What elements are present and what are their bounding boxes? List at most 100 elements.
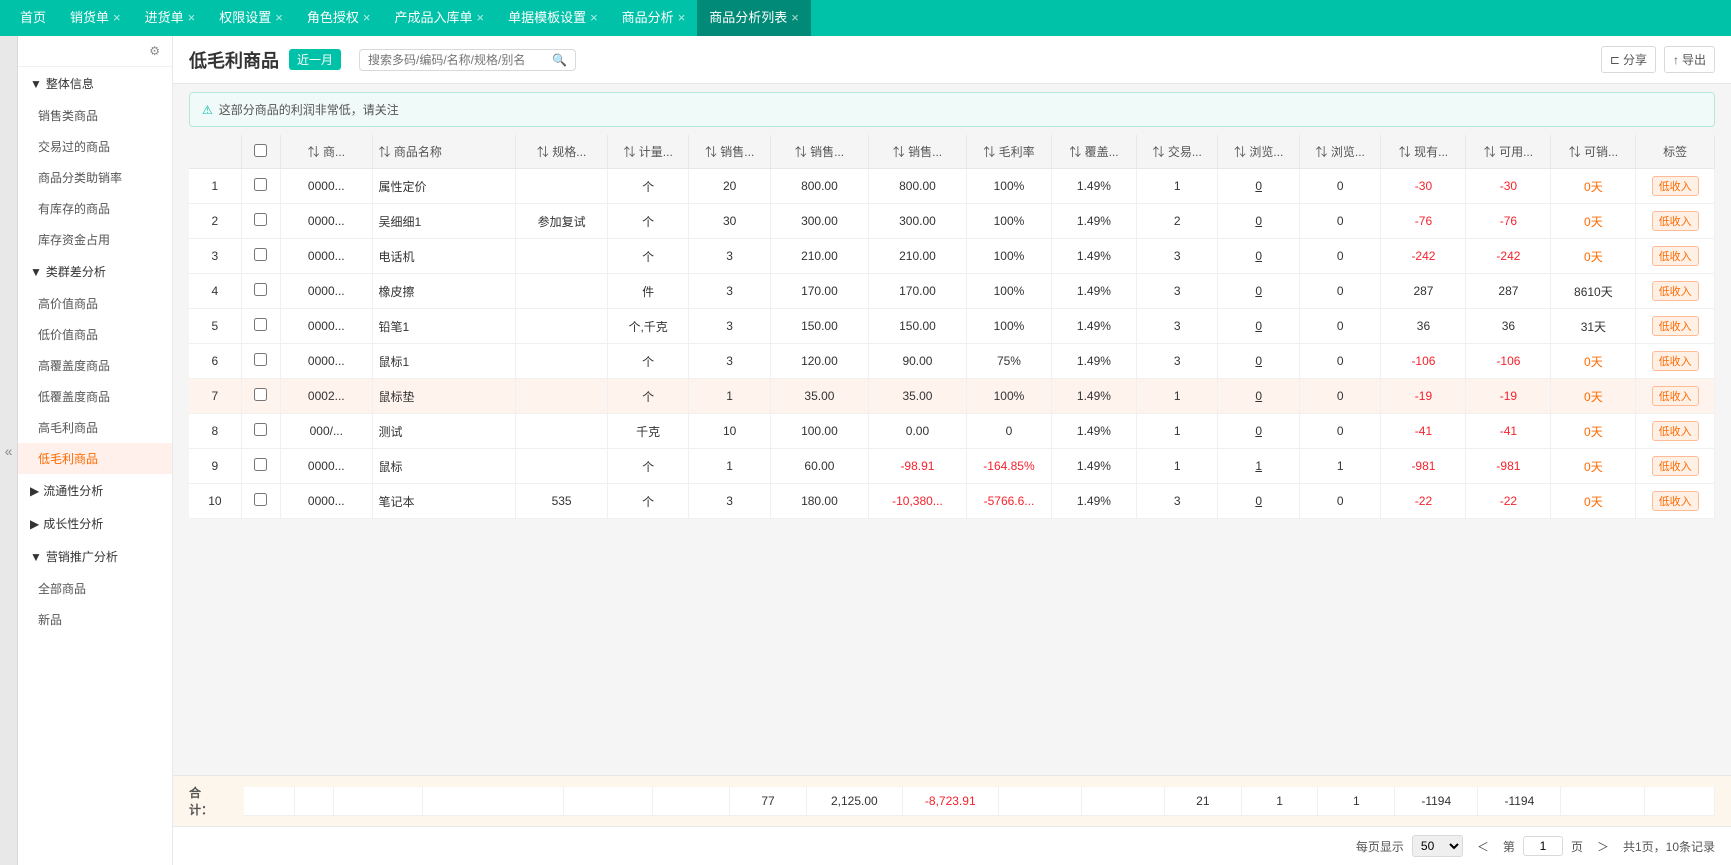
sidebar-item-新品[interactable]: 新品 [18,604,172,635]
time-filter-tag[interactable]: 近一月 [289,49,341,70]
row-checkbox[interactable] [254,248,267,261]
view1-link[interactable]: 0 [1255,319,1262,333]
view1-link[interactable]: 1 [1255,459,1262,473]
prev-page-btn[interactable]: ＜ [1471,836,1495,857]
sidebar-item-高价值商品[interactable]: 高价值商品 [18,288,172,319]
sidebar-item-交易过的商品[interactable]: 交易过的商品 [18,131,172,162]
nav-item-产成品入库单[interactable]: 产成品入库单× [382,0,496,36]
share-button[interactable]: ⊏ 分享 [1601,46,1656,73]
row-checkbox[interactable] [254,318,267,331]
nav-close-icon[interactable]: × [476,10,484,25]
row-checkbox[interactable] [254,388,267,401]
view1-link[interactable]: 0 [1255,424,1262,438]
col-header-cover[interactable]: ⇅ 覆盖... [1051,135,1136,169]
row-view1[interactable]: 0 [1218,239,1300,274]
col-header-gross-rate[interactable]: ⇅ 毛利率 [966,135,1051,169]
nav-close-icon[interactable]: × [188,10,196,25]
view1-link[interactable]: 0 [1255,179,1262,193]
row-view1[interactable]: 1 [1218,449,1300,484]
nav-close-icon[interactable]: × [678,10,686,25]
col-header-view1[interactable]: ⇅ 浏览... [1218,135,1300,169]
row-checkbox[interactable] [254,353,267,366]
sidebar-settings-icon[interactable]: ⚙ [149,44,160,58]
row-checkbox[interactable] [254,283,267,296]
row-checkbox[interactable] [254,458,267,471]
sidebar-item-低毛利商品[interactable]: 低毛利商品 [18,443,172,474]
sidebar-item-商品分类助销率[interactable]: 商品分类助销率 [18,162,172,193]
row-view1[interactable]: 0 [1218,379,1300,414]
row-checkbox[interactable] [254,423,267,436]
col-header-avail[interactable]: ⇅ 可用... [1466,135,1551,169]
col-header-unit[interactable]: ⇅ 计量... [607,135,689,169]
col-header-sales-profit[interactable]: ⇅ 销售... [868,135,966,169]
row-view1[interactable]: 0 [1218,169,1300,204]
nav-item-销货单[interactable]: 销货单× [58,0,133,36]
row-checkbox[interactable] [254,178,267,191]
view1-link[interactable]: 0 [1255,389,1262,403]
sidebar-group-title-0[interactable]: ▼整体信息 [18,67,172,100]
row-check[interactable] [241,484,280,519]
view1-link[interactable]: 0 [1255,354,1262,368]
col-header-view2[interactable]: ⇅ 浏览... [1299,135,1381,169]
nav-item-权限设置[interactable]: 权限设置× [207,0,295,36]
view1-link[interactable]: 0 [1255,284,1262,298]
sidebar-item-销售类商品[interactable]: 销售类商品 [18,100,172,131]
row-view1[interactable]: 0 [1218,414,1300,449]
page-size-select[interactable]: 50 100 200 [1412,835,1463,857]
view1-link[interactable]: 0 [1255,214,1262,228]
view1-link[interactable]: 0 [1255,494,1262,508]
sidebar-item-高毛利商品[interactable]: 高毛利商品 [18,412,172,443]
row-view1[interactable]: 0 [1218,274,1300,309]
col-header-sellable[interactable]: ⇅ 可销... [1551,135,1636,169]
col-header-spec[interactable]: ⇅ 规格... [516,135,608,169]
nav-close-icon[interactable]: × [590,10,598,25]
col-header-sales-qty[interactable]: ⇅ 销售... [689,135,771,169]
sidebar-collapse-btn[interactable]: « [0,36,18,865]
col-header-name[interactable]: ⇅ 商品名称 [372,135,516,169]
sidebar-item-低价值商品[interactable]: 低价值商品 [18,319,172,350]
nav-close-icon[interactable]: × [275,10,283,25]
row-checkbox[interactable] [254,213,267,226]
sidebar-item-有库存的商品[interactable]: 有库存的商品 [18,193,172,224]
sidebar-group-title-3[interactable]: ▶成长性分析 [18,507,172,540]
view1-link[interactable]: 0 [1255,249,1262,263]
col-header-sales-amt[interactable]: ⇅ 销售... [770,135,868,169]
page-number-input[interactable]: 1 [1523,836,1563,856]
row-check[interactable] [241,309,280,344]
sidebar-group-title-4[interactable]: ▼营销推广分析 [18,540,172,573]
row-check[interactable] [241,204,280,239]
nav-close-icon[interactable]: × [113,10,121,25]
row-checkbox[interactable] [254,493,267,506]
row-check[interactable] [241,449,280,484]
sidebar-item-库存资金占用[interactable]: 库存资金占用 [18,224,172,255]
nav-item-商品分析列表[interactable]: 商品分析列表× [697,0,811,36]
nav-close-icon[interactable]: × [363,10,371,25]
row-check[interactable] [241,344,280,379]
sidebar-item-全部商品[interactable]: 全部商品 [18,573,172,604]
row-view1[interactable]: 0 [1218,309,1300,344]
nav-item-单据模板设置[interactable]: 单据模板设置× [496,0,610,36]
nav-item-进货单[interactable]: 进货单× [133,0,208,36]
row-check[interactable] [241,414,280,449]
sidebar-group-title-2[interactable]: ▶流通性分析 [18,474,172,507]
export-button[interactable]: ↑ 导出 [1664,46,1715,73]
nav-item-首页[interactable]: 首页 [8,0,58,36]
col-header-trade[interactable]: ⇅ 交易... [1136,135,1218,169]
col-header-stock[interactable]: ⇅ 现有... [1381,135,1466,169]
row-check[interactable] [241,169,280,204]
row-view1[interactable]: 0 [1218,484,1300,519]
sidebar-group-title-1[interactable]: ▼类群差分析 [18,255,172,288]
row-check[interactable] [241,239,280,274]
search-input[interactable] [368,53,548,67]
row-view1[interactable]: 0 [1218,344,1300,379]
row-check[interactable] [241,274,280,309]
sidebar-item-高覆盖度商品[interactable]: 高覆盖度商品 [18,350,172,381]
sidebar-item-低覆盖度商品[interactable]: 低覆盖度商品 [18,381,172,412]
next-page-btn[interactable]: ＞ [1591,836,1615,857]
nav-item-角色授权[interactable]: 角色授权× [295,0,383,36]
search-icon[interactable]: 🔍 [552,53,567,67]
select-all-checkbox[interactable] [254,144,267,157]
nav-close-icon[interactable]: × [791,10,799,25]
nav-item-商品分析[interactable]: 商品分析× [610,0,698,36]
col-header-code[interactable]: ⇅ 商... [281,135,373,169]
